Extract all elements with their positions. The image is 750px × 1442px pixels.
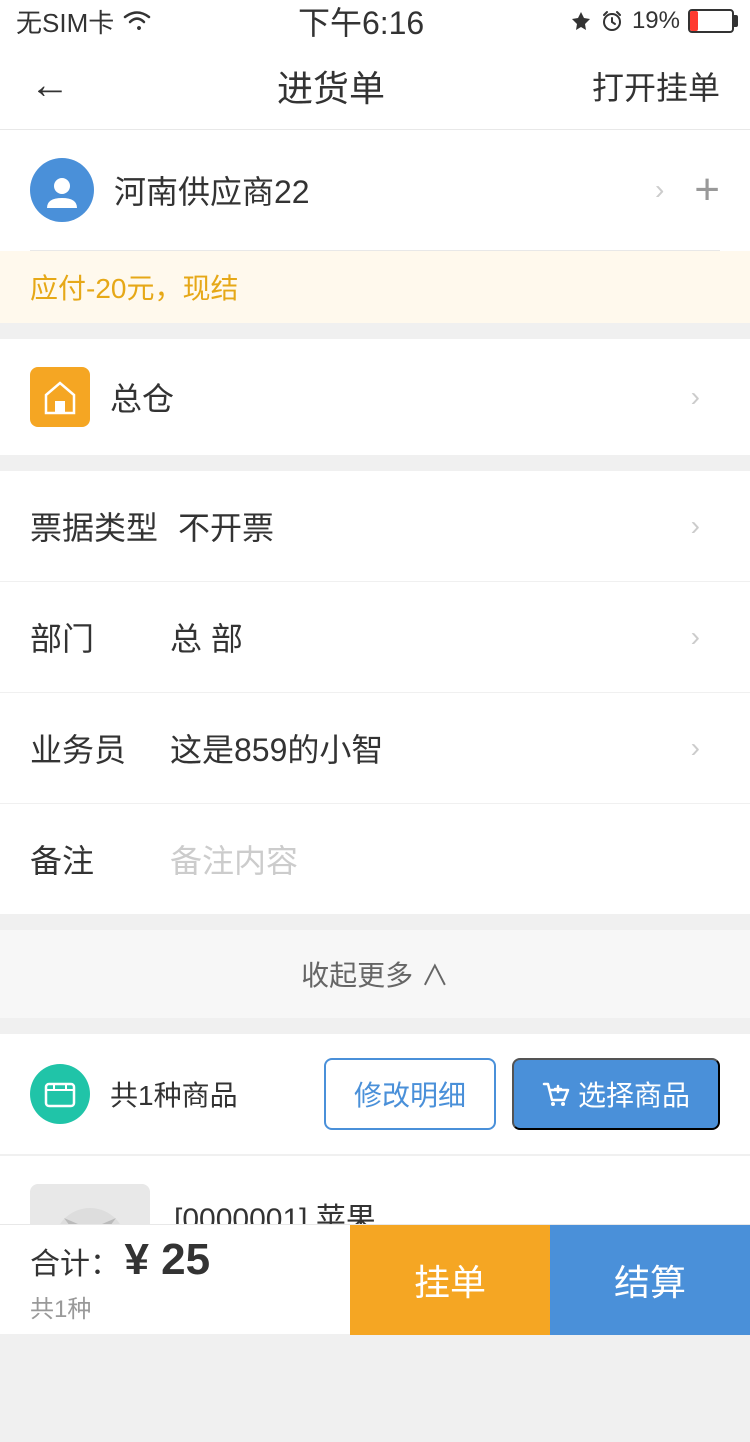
warehouse-icon [30, 367, 90, 427]
status-bar: 无SIM卡 下午6:16 19% [0, 0, 750, 42]
supplier-avatar [30, 158, 94, 222]
invoice-value: 不开票 [178, 503, 691, 549]
sales-label: 业务员 [30, 725, 150, 771]
total-label: 合计： [30, 1248, 120, 1281]
status-icons: 19% [570, 7, 734, 35]
sales-row[interactable]: 业务员 这是859的小智 › [0, 693, 750, 804]
supplier-row[interactable]: 河南供应商22 › + [0, 130, 750, 250]
battery-percent: 19% [632, 7, 680, 35]
collapse-row[interactable]: 收起更多 ∧ [0, 930, 750, 1018]
total-count: 共1种 [30, 1289, 320, 1324]
select-product-button[interactable]: 选择商品 [512, 1058, 720, 1130]
dept-row[interactable]: 部门 总 部 › [0, 582, 750, 693]
alarm-icon [600, 9, 624, 33]
supplier-name: 河南供应商22 [114, 167, 655, 213]
invoice-chevron-icon: › [691, 510, 700, 542]
hang-button[interactable]: 挂单 [350, 1225, 550, 1335]
page-title: 进货单 [277, 60, 385, 112]
products-count: 共1种商品 [110, 1074, 324, 1114]
products-header: 共1种商品 修改明细 选择商品 [0, 1034, 750, 1154]
location-icon [570, 10, 592, 32]
battery-icon [688, 9, 734, 33]
warehouse-row[interactable]: 总仓 › [0, 339, 750, 455]
collapse-text: 收起更多 ∧ [301, 954, 449, 994]
supplier-chevron-icon: › [655, 174, 664, 206]
hang-label: 挂单 [414, 1254, 486, 1306]
edit-detail-button[interactable]: 修改明细 [324, 1058, 496, 1130]
select-product-label: 选择商品 [578, 1074, 690, 1114]
total-amount: ¥ 25 [124, 1235, 210, 1284]
sales-value: 这是859的小智 [170, 725, 691, 771]
cart-icon [542, 1080, 570, 1108]
sales-chevron-icon: › [691, 732, 700, 764]
dept-value: 总 部 [170, 614, 691, 660]
warning-banner: 应付-20元，现结 [0, 251, 750, 323]
warning-text: 应付-20元，现结 [30, 273, 238, 304]
carrier-text: 无SIM卡 [16, 3, 114, 40]
products-icon [30, 1064, 90, 1124]
checkout-label: 结算 [614, 1254, 686, 1306]
remark-input[interactable]: 备注内容 [170, 836, 720, 882]
remark-row[interactable]: 备注 备注内容 [0, 804, 750, 914]
back-button[interactable]: ← [30, 63, 70, 108]
open-hang-button[interactable]: 打开挂单 [592, 63, 720, 109]
dept-chevron-icon: › [691, 621, 700, 653]
status-time: 下午6:16 [298, 0, 424, 44]
invoice-label: 票据类型 [30, 503, 158, 549]
status-carrier: 无SIM卡 [16, 3, 152, 40]
checkout-button[interactable]: 结算 [550, 1225, 750, 1335]
remark-label: 备注 [30, 836, 150, 882]
add-supplier-button[interactable]: + [694, 165, 720, 215]
footer: 合计： ¥ 25 共1种 挂单 结算 [0, 1224, 750, 1334]
wifi-icon [122, 10, 152, 32]
warehouse-chevron-icon: › [691, 381, 700, 413]
warehouse-card: 总仓 › [0, 339, 750, 455]
warehouse-name: 总仓 [110, 374, 691, 420]
invoice-row[interactable]: 票据类型 不开票 › [0, 471, 750, 582]
footer-total-row: 合计： ¥ 25 [30, 1235, 320, 1285]
dept-label: 部门 [30, 614, 150, 660]
form-card: 票据类型 不开票 › 部门 总 部 › 业务员 这是859的小智 › 备注 备注… [0, 471, 750, 914]
footer-total: 合计： ¥ 25 共1种 [0, 1235, 350, 1324]
supplier-card: 河南供应商22 › + 应付-20元，现结 [0, 130, 750, 323]
nav-bar: ← 进货单 打开挂单 [0, 42, 750, 130]
